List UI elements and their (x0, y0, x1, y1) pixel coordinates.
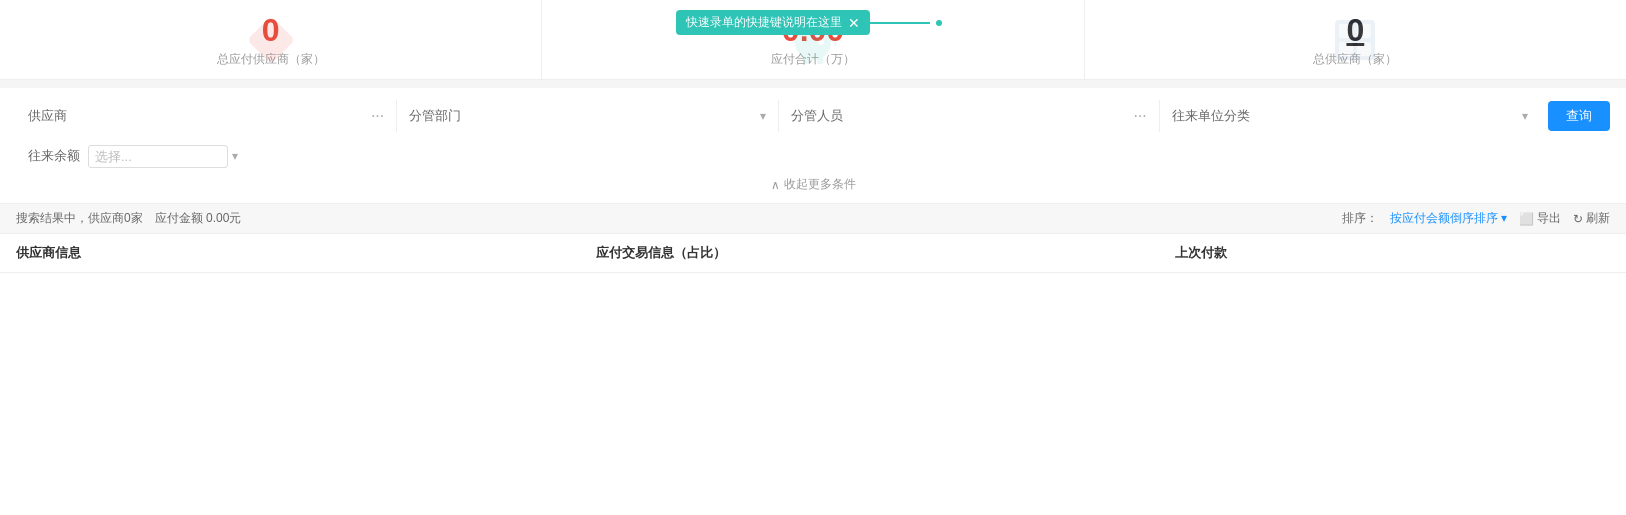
result-amount: 应付金额 0.00元 (155, 210, 242, 227)
svg-rect-6 (817, 56, 823, 64)
export-label: 导出 (1537, 210, 1561, 227)
svg-rect-8 (1339, 24, 1353, 38)
summary-item-total-payable-suppliers: 0 总应付供应商（家） (0, 0, 542, 79)
export-button[interactable]: ⬜ 导出 (1519, 210, 1561, 227)
table-header: 供应商信息 应付交易信息（占比） 上次付款 (0, 234, 1626, 273)
department-input[interactable] (469, 109, 755, 124)
unit-class-label: 往来单位分类 (1172, 107, 1250, 125)
supplier-input[interactable] (88, 109, 367, 124)
person-label: 分管人员 (791, 107, 843, 125)
supplier-field: 供应商 ··· (16, 100, 397, 132)
box-icon (1327, 12, 1383, 68)
col-header-supplier-info: 供应商信息 (16, 244, 596, 262)
tooltip-bubble: 快速录单的快捷键说明在这里 ✕ (676, 10, 870, 35)
refresh-label: 刷新 (1586, 210, 1610, 227)
department-field: 分管部门 ▾ (397, 100, 778, 132)
unit-class-dropdown-icon[interactable]: ▾ (1522, 109, 1528, 123)
export-icon: ⬜ (1519, 212, 1534, 226)
col-header-transaction-info: 应付交易信息（占比） (596, 244, 1176, 262)
collapse-up-icon: ∧ (771, 178, 780, 192)
svg-rect-11 (1357, 42, 1371, 56)
sort-selector[interactable]: 按应付会额倒序排序 ▾ (1390, 210, 1507, 227)
collapse-label: 收起更多条件 (784, 176, 856, 193)
query-button[interactable]: 查询 (1548, 101, 1610, 131)
filter-bar: 供应商 ··· 分管部门 ▾ 分管人员 ··· 往来单位分类 ▾ 查询 往来余额… (0, 88, 1626, 204)
result-actions: 排序： 按应付会额倒序排序 ▾ ⬜ 导出 ↻ 刷新 (1342, 210, 1610, 227)
balance-input[interactable] (88, 145, 228, 168)
collapse-button[interactable]: ∧ 收起更多条件 (16, 172, 1610, 195)
tooltip-close-button[interactable]: ✕ (848, 16, 860, 30)
tooltip-text: 快速录单的快捷键说明在这里 (686, 14, 842, 31)
unit-class-input[interactable] (1258, 109, 1518, 124)
department-label: 分管部门 (409, 107, 461, 125)
result-bar: 搜索结果中，供应商0家 应付金额 0.00元 排序： 按应付会额倒序排序 ▾ ⬜… (0, 204, 1626, 234)
person-input[interactable] (851, 109, 1130, 124)
refresh-icon: ↻ (1573, 212, 1583, 226)
refresh-button[interactable]: ↻ 刷新 (1573, 210, 1610, 227)
filter-row-2: 往来余额 ▾ (16, 140, 1610, 172)
balance-label: 往来余额 (28, 147, 80, 165)
person-field: 分管人员 ··· (779, 100, 1160, 132)
svg-rect-9 (1357, 24, 1371, 38)
table-body (0, 273, 1626, 515)
summary-item-payable-total: 快速录单的快捷键说明在这里 ✕ 0.00 应付合计（万） (542, 0, 1084, 79)
result-supplier-count: 搜索结果中，供应商0家 (16, 210, 143, 227)
department-dropdown-icon[interactable]: ▾ (760, 109, 766, 123)
sort-label: 排序： (1342, 210, 1378, 227)
sort-value-text: 按应付会额倒序排序 (1390, 211, 1498, 225)
supplier-ellipsis-button[interactable]: ··· (371, 107, 384, 125)
sort-dropdown-icon: ▾ (1501, 211, 1507, 225)
summary-item-total-suppliers: 0 总供应商（家） (1085, 0, 1626, 79)
balance-dropdown-icon[interactable]: ▾ (232, 149, 238, 163)
diamond-icon (245, 14, 297, 66)
col-header-last-payment: 上次付款 (1175, 244, 1610, 262)
filter-row-1: 供应商 ··· 分管部门 ▾ 分管人员 ··· 往来单位分类 ▾ 查询 (16, 100, 1610, 132)
tooltip-dot (934, 18, 944, 28)
summary-bar: 0 总应付供应商（家） 快速录单的快捷键说明在这里 ✕ 0.00 应付合计（万） (0, 0, 1626, 80)
result-summary: 搜索结果中，供应商0家 应付金额 0.00元 (16, 210, 241, 227)
svg-rect-5 (803, 56, 809, 64)
unit-class-field: 往来单位分类 ▾ (1160, 100, 1540, 132)
svg-rect-10 (1339, 42, 1353, 56)
person-ellipsis-button[interactable]: ··· (1133, 107, 1146, 125)
svg-point-4 (818, 39, 824, 45)
supplier-label: 供应商 (28, 107, 80, 125)
